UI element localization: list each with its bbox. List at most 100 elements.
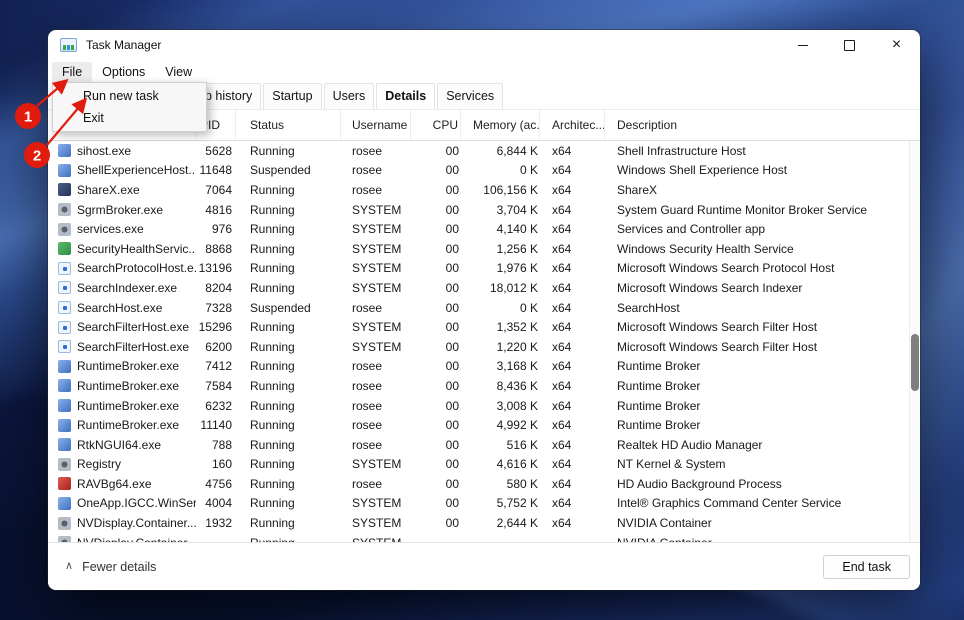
process-cpu: 00: [411, 320, 461, 334]
tab-app-history[interactable]: p history: [205, 83, 261, 109]
process-cpu: 00: [411, 340, 461, 354]
tab-services[interactable]: Services: [437, 83, 503, 109]
maximize-button[interactable]: [826, 30, 873, 60]
process-username: rosee: [341, 438, 411, 452]
column-header-username[interactable]: Username: [341, 110, 411, 140]
table-row[interactable]: RuntimeBroker.exe6232Runningrosee003,008…: [48, 396, 920, 416]
menu-item-exit[interactable]: Exit: [53, 107, 206, 129]
table-row[interactable]: sihost.exe5628Runningrosee006,844 Kx64Sh…: [48, 141, 920, 161]
process-memory: 6,844 K: [461, 144, 540, 158]
process-name: SgrmBroker.exe: [48, 203, 196, 217]
process-cpu: 00: [411, 399, 461, 413]
process-memory: 3,168 K: [461, 359, 540, 373]
process-status: Running: [236, 496, 341, 510]
process-name-label: NVDisplay.Container...: [77, 516, 196, 530]
table-row[interactable]: SecurityHealthServic...8868RunningSYSTEM…: [48, 239, 920, 259]
process-username: SYSTEM: [341, 222, 411, 236]
table-row[interactable]: RtkNGUI64.exe788Runningrosee00516 Kx64Re…: [48, 435, 920, 455]
process-description: Windows Security Health Service: [605, 242, 920, 256]
process-status: Running: [236, 477, 341, 491]
search-icon: [58, 301, 71, 314]
process-description: System Guard Runtime Monitor Broker Serv…: [605, 203, 920, 217]
table-rows: sihost.exe5628Runningrosee006,844 Kx64Sh…: [48, 141, 920, 544]
process-memory: 1,220 K: [461, 340, 540, 354]
process-name-label: Registry: [77, 457, 121, 471]
column-header-status[interactable]: Status: [236, 110, 341, 140]
column-header-memory[interactable]: Memory (ac...: [461, 110, 540, 140]
table-row[interactable]: Registry160RunningSYSTEM004,616 Kx64NT K…: [48, 455, 920, 475]
file-menu-dropdown: Run new task Exit: [52, 82, 207, 132]
menu-file[interactable]: File: [52, 62, 92, 82]
vertical-scrollbar[interactable]: [909, 141, 920, 544]
tab-details[interactable]: Details: [376, 83, 435, 109]
process-cpu: 00: [411, 438, 461, 452]
process-name-label: ShareX.exe: [77, 183, 140, 197]
table-row[interactable]: RuntimeBroker.exe7584Runningrosee008,436…: [48, 376, 920, 396]
menu-view[interactable]: View: [155, 62, 202, 82]
process-name: SecurityHealthServic...: [48, 242, 196, 256]
process-username: SYSTEM: [341, 516, 411, 530]
close-button[interactable]: ×: [873, 30, 920, 60]
table-row[interactable]: OneApp.IGCC.WinSer...4004RunningSYSTEM00…: [48, 494, 920, 514]
table-row[interactable]: RuntimeBroker.exe11140Runningrosee004,99…: [48, 415, 920, 435]
process-memory: 1,352 K: [461, 320, 540, 334]
process-pid: 15296: [196, 320, 236, 334]
process-description: Intel® Graphics Command Center Service: [605, 496, 920, 510]
table-row[interactable]: ShareX.exe7064Runningrosee00106,156 Kx64…: [48, 180, 920, 200]
process-cpu: 00: [411, 516, 461, 530]
process-pid: 976: [196, 222, 236, 236]
table-row[interactable]: SgrmBroker.exe4816RunningSYSTEM003,704 K…: [48, 200, 920, 220]
titlebar[interactable]: Task Manager ×: [48, 30, 920, 60]
process-description: Microsoft Windows Search Protocol Host: [605, 261, 920, 275]
process-arch: x64: [540, 163, 605, 177]
process-name: RAVBg64.exe: [48, 477, 196, 491]
table-row[interactable]: ShellExperienceHost...11648Suspendedrose…: [48, 161, 920, 181]
sharex-icon: [58, 183, 71, 196]
process-name-label: SearchProtocolHost.e...: [77, 261, 196, 275]
process-name-label: RtkNGUI64.exe: [77, 438, 161, 452]
menu-item-run-new-task[interactable]: Run new task: [53, 85, 206, 107]
minimize-button[interactable]: [779, 30, 826, 60]
process-cpu: 00: [411, 359, 461, 373]
table-row[interactable]: RAVBg64.exe4756Runningrosee00580 Kx64HD …: [48, 474, 920, 494]
table-row[interactable]: services.exe976RunningSYSTEM004,140 Kx64…: [48, 219, 920, 239]
process-status: Running: [236, 418, 341, 432]
process-memory: 4,140 K: [461, 222, 540, 236]
table-row[interactable]: SearchFilterHost.exe15296RunningSYSTEM00…: [48, 317, 920, 337]
tab-startup[interactable]: Startup: [263, 83, 321, 109]
scrollbar-thumb[interactable]: [911, 334, 919, 390]
process-status: Running: [236, 379, 341, 393]
process-username: rosee: [341, 144, 411, 158]
table-row[interactable]: SearchProtocolHost.e...13196RunningSYSTE…: [48, 259, 920, 279]
column-header-architecture[interactable]: Architec...: [540, 110, 605, 140]
table-row[interactable]: SearchFilterHost.exe6200RunningSYSTEM001…: [48, 337, 920, 357]
process-description: HD Audio Background Process: [605, 477, 920, 491]
process-name-label: RuntimeBroker.exe: [77, 359, 179, 373]
process-pid: 4756: [196, 477, 236, 491]
table-row[interactable]: SearchHost.exe7328Suspendedrosee000 Kx64…: [48, 298, 920, 318]
process-username: rosee: [341, 301, 411, 315]
process-name: sihost.exe: [48, 144, 196, 158]
fewer-details-toggle[interactable]: ∧ Fewer details: [65, 560, 156, 574]
process-username: rosee: [341, 379, 411, 393]
process-arch: x64: [540, 301, 605, 315]
process-arch: x64: [540, 457, 605, 471]
table-row[interactable]: SearchIndexer.exe8204RunningSYSTEM0018,0…: [48, 278, 920, 298]
table-row[interactable]: NVDisplay.Container...1932RunningSYSTEM0…: [48, 513, 920, 533]
table-row[interactable]: RuntimeBroker.exe7412Runningrosee003,168…: [48, 357, 920, 377]
menu-options[interactable]: Options: [92, 62, 155, 82]
column-header-description[interactable]: Description: [605, 110, 920, 140]
process-memory: 4,992 K: [461, 418, 540, 432]
process-pid: 11648: [196, 163, 236, 177]
process-memory: 3,008 K: [461, 399, 540, 413]
process-status: Running: [236, 438, 341, 452]
minimize-icon: [798, 45, 808, 46]
process-name: RuntimeBroker.exe: [48, 399, 196, 413]
process-username: rosee: [341, 183, 411, 197]
process-description: Windows Shell Experience Host: [605, 163, 920, 177]
column-header-cpu[interactable]: CPU: [411, 110, 461, 140]
process-name: ShareX.exe: [48, 183, 196, 197]
process-status: Running: [236, 281, 341, 295]
tab-users[interactable]: Users: [324, 83, 375, 109]
end-task-button[interactable]: End task: [823, 555, 910, 579]
